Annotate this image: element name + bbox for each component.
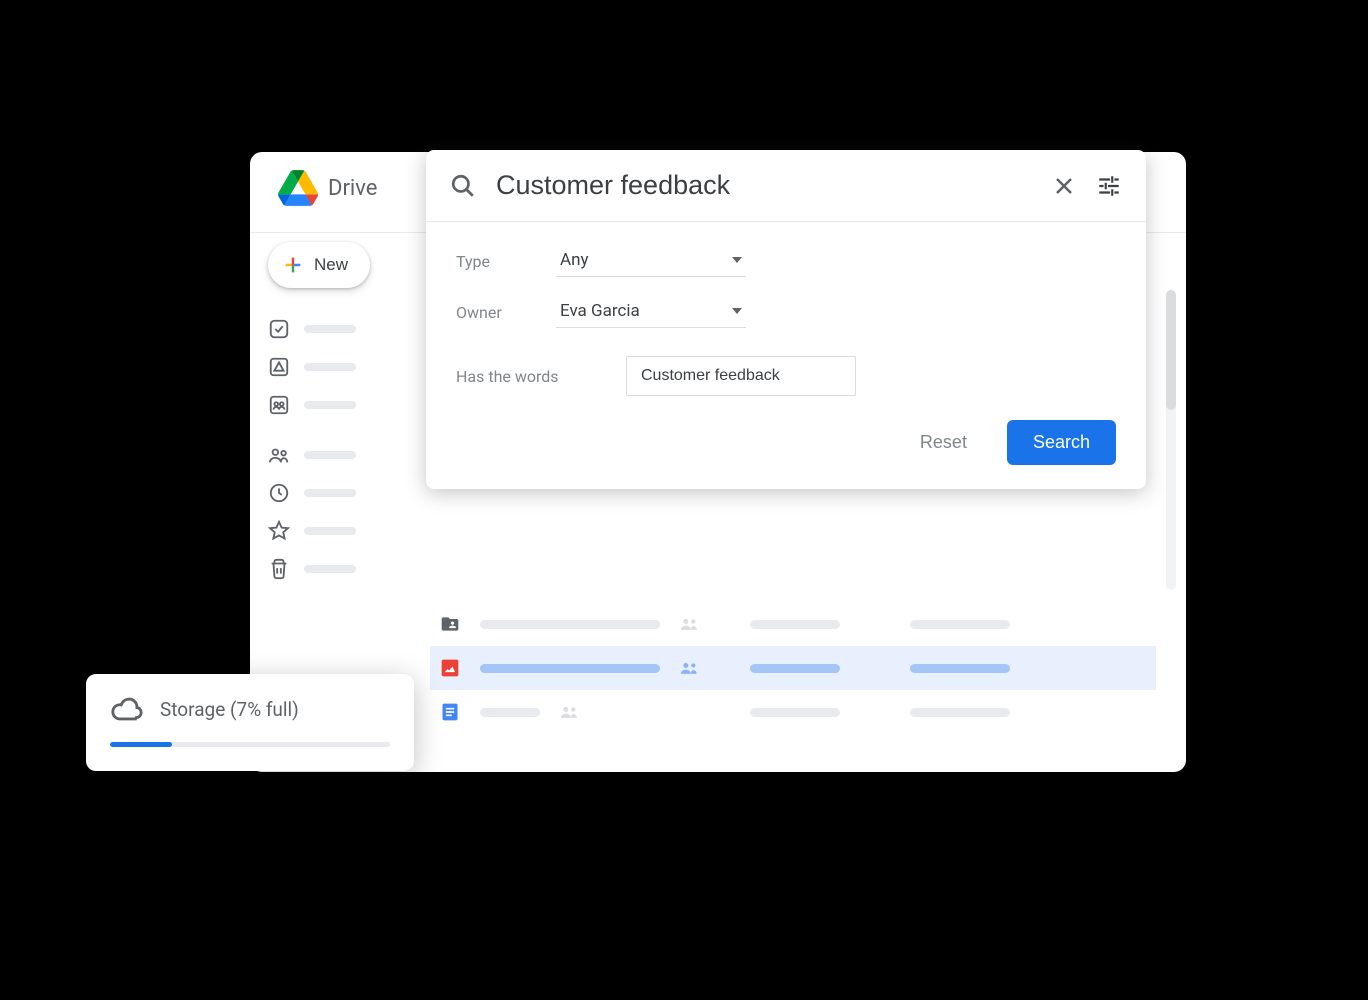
app-title: Drive	[328, 176, 377, 201]
col-name-placeholder	[480, 664, 660, 673]
filter-owner-label: Owner	[456, 303, 556, 322]
col-owner-placeholder	[750, 620, 840, 629]
sidebar-placeholder	[304, 325, 356, 333]
search-form: Type Any Owner Eva Garcia Has the words …	[426, 222, 1146, 489]
cloud-icon	[110, 696, 144, 722]
filter-type-value: Any	[560, 250, 589, 270]
drive-triangle-icon	[268, 356, 290, 378]
col-date-placeholder	[910, 664, 1010, 673]
sidebar-item-trash[interactable]	[268, 558, 402, 580]
people-small-icon	[560, 705, 580, 719]
result-row[interactable]	[430, 690, 1156, 734]
search-input[interactable]	[496, 170, 1032, 201]
sidebar-nav-primary	[268, 318, 402, 416]
sidebar-nav-secondary	[268, 444, 402, 580]
result-row-selected[interactable]	[430, 646, 1156, 690]
people-icon	[268, 444, 290, 466]
sidebar-placeholder	[304, 401, 356, 409]
col-date-placeholder	[910, 620, 1010, 629]
scrollbar-thumb[interactable]	[1166, 290, 1176, 410]
sidebar-item-shared-drives[interactable]	[268, 394, 402, 416]
sidebar-placeholder	[304, 451, 356, 459]
new-button[interactable]: New	[268, 242, 370, 288]
filter-words-row: Has the words	[456, 356, 1116, 396]
check-square-icon	[268, 318, 290, 340]
shared-drives-icon	[268, 394, 290, 416]
filter-type-label: Type	[456, 252, 556, 271]
search-panel: Type Any Owner Eva Garcia Has the words …	[426, 150, 1146, 489]
filter-type-select[interactable]: Any	[556, 246, 746, 277]
sidebar-item-shared[interactable]	[268, 444, 402, 466]
col-owner-placeholder	[750, 708, 840, 717]
form-actions: Reset Search	[456, 420, 1116, 465]
drive-logo-icon	[278, 170, 318, 206]
trash-icon	[268, 558, 290, 580]
filter-words-input[interactable]	[626, 356, 856, 396]
star-icon	[268, 520, 290, 542]
chevron-down-icon	[732, 257, 742, 263]
sidebar-item-starred[interactable]	[268, 520, 402, 542]
col-owner-placeholder	[750, 664, 840, 673]
storage-header: Storage (7% full)	[110, 696, 390, 722]
col-name-placeholder	[480, 620, 660, 629]
storage-progress-fill	[110, 742, 172, 747]
results-list	[430, 602, 1156, 734]
storage-card[interactable]: Storage (7% full)	[86, 674, 414, 771]
people-small-icon	[680, 661, 700, 675]
storage-label: Storage (7% full)	[160, 698, 299, 721]
sidebar-placeholder	[304, 363, 356, 371]
result-row[interactable]	[430, 602, 1156, 646]
sidebar-placeholder	[304, 489, 356, 497]
reset-button[interactable]: Reset	[908, 424, 979, 461]
search-button[interactable]: Search	[1007, 420, 1116, 465]
sidebar-item-recent[interactable]	[268, 482, 402, 504]
image-icon	[440, 658, 460, 678]
filter-owner-value: Eva Garcia	[560, 301, 640, 321]
sidebar: New	[250, 242, 420, 580]
col-name-placeholder	[480, 708, 540, 717]
tune-icon[interactable]	[1096, 173, 1122, 199]
people-small-icon	[680, 617, 700, 631]
scrollbar[interactable]	[1166, 290, 1176, 590]
filter-owner-row: Owner Eva Garcia	[456, 297, 1116, 328]
sidebar-placeholder	[304, 565, 356, 573]
sidebar-item-mydrive[interactable]	[268, 356, 402, 378]
sidebar-item-priority[interactable]	[268, 318, 402, 340]
storage-progress-bar	[110, 742, 390, 747]
docs-icon	[440, 702, 460, 722]
filter-type-row: Type Any	[456, 246, 1116, 277]
new-button-label: New	[314, 255, 348, 275]
filter-words-label: Has the words	[456, 367, 626, 386]
search-icon	[450, 173, 476, 199]
chevron-down-icon	[732, 308, 742, 314]
close-icon[interactable]	[1052, 174, 1076, 198]
clock-icon	[268, 482, 290, 504]
folder-shared-icon	[440, 614, 460, 634]
col-date-placeholder	[910, 708, 1010, 717]
sidebar-placeholder	[304, 527, 356, 535]
filter-owner-select[interactable]: Eva Garcia	[556, 297, 746, 328]
plus-icon	[282, 254, 304, 276]
search-bar	[426, 150, 1146, 222]
